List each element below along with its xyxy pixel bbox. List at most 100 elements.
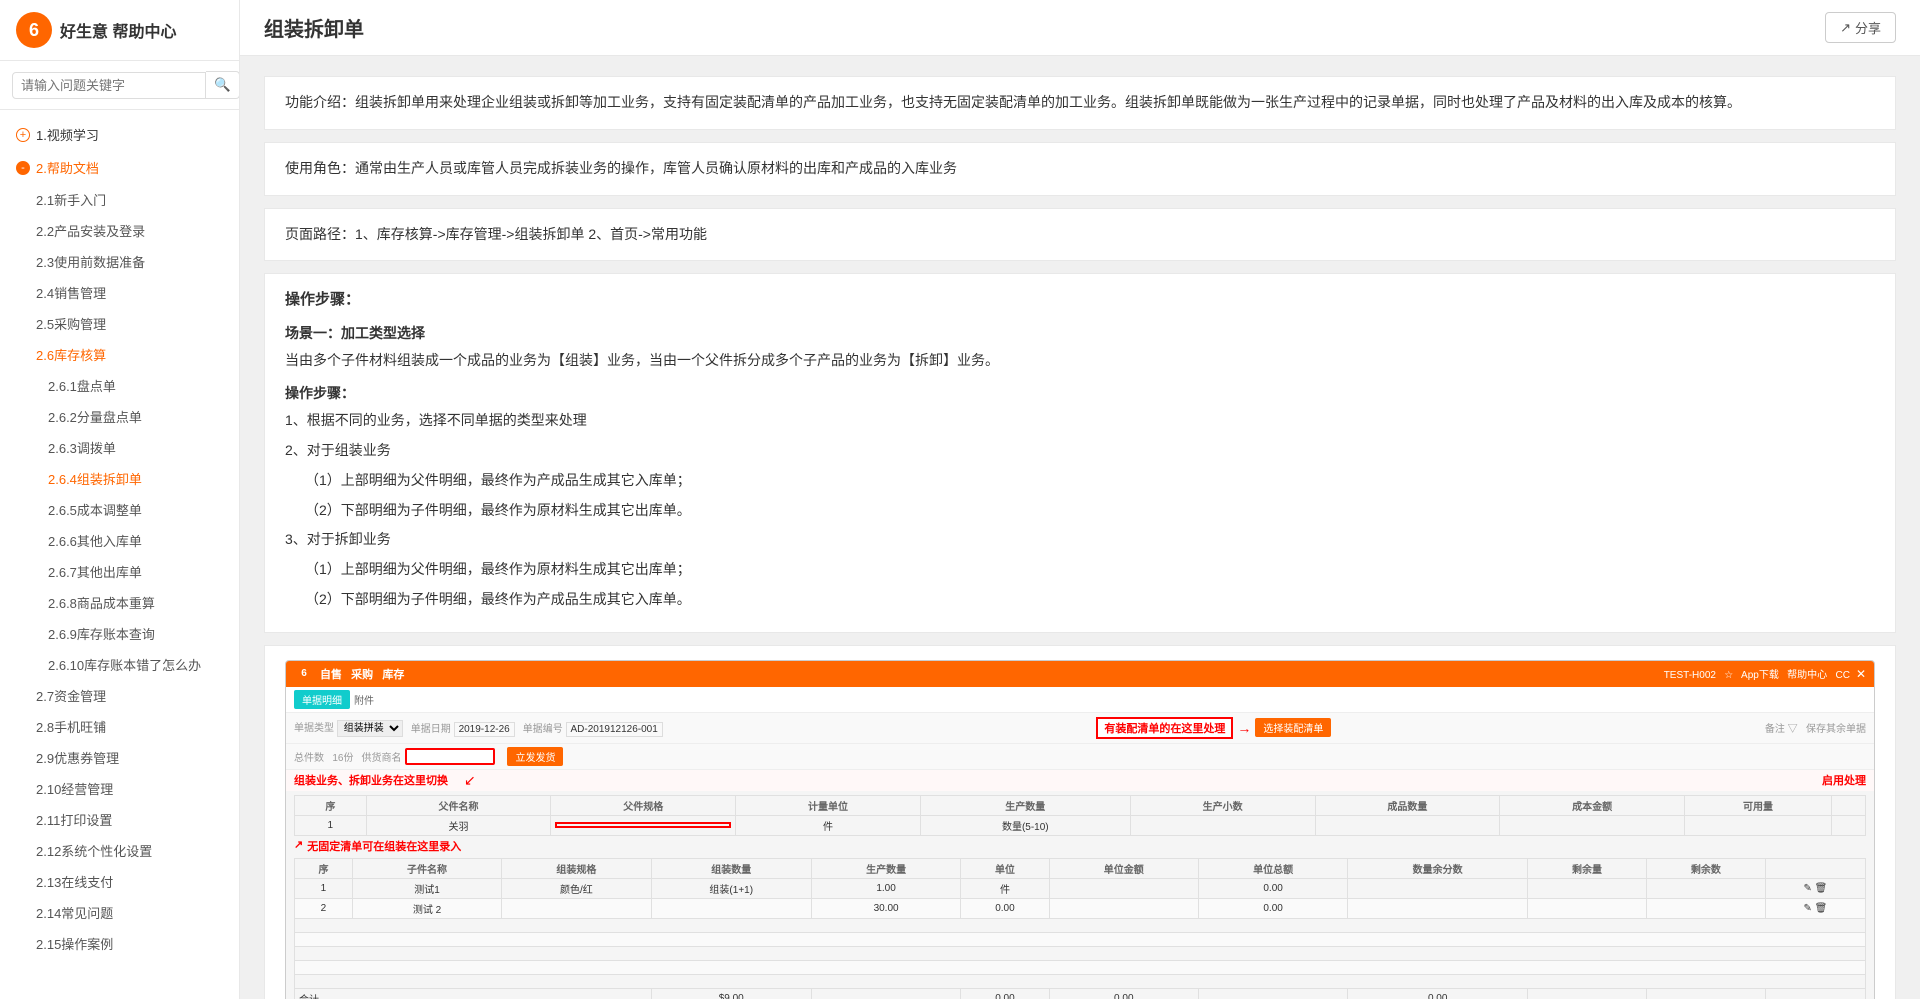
scene1-title: 场景一：加工类型选择 <box>285 323 1875 343</box>
sim-th-parent-spec: 父件规格 <box>551 795 736 815</box>
sidebar-item-cases[interactable]: 2.15操作案例 <box>0 928 239 959</box>
sidebar: 6 好生意 帮助中心 🔍 + 1.视频学习 - 2.帮助文档 2.1新手入门 <box>0 0 240 999</box>
top-bar: 组装拆卸单 ↗ 分享 <box>240 0 1920 56</box>
sim-upper-table-wrapper: 序 父件名称 父件规格 计量单位 生产数量 生产小数 成品数量 成本金额 可用量 <box>286 791 1874 836</box>
sidebar-item-cost-recalc[interactable]: 2.6.8商品成本重算 <box>0 587 239 618</box>
search-input[interactable] <box>12 72 206 99</box>
sidebar-item-coupon[interactable]: 2.9优惠券管理 <box>0 742 239 773</box>
share-button[interactable]: ↗ 分享 <box>1825 12 1896 43</box>
sidebar-item-videos[interactable]: + 1.视频学习 <box>0 118 239 151</box>
sim-type-select[interactable]: 组装拼装 拆卸 <box>337 720 403 737</box>
sim-supply-input[interactable] <box>405 748 495 765</box>
role-intro-text: 使用角色：通常由生产人员或库管人员完成拆装业务的操作，库管人员确认原材料的出库和… <box>285 157 1875 181</box>
sim-toolbar-row: 单据类型 组装拼装 拆卸 单据日期 2019-12-26 单据编号 AD-201… <box>286 713 1874 744</box>
sidebar-item-ledger[interactable]: 2.6.9库存账本查询 <box>0 618 239 649</box>
sim-no-value: AD-201912126-001 <box>566 722 663 737</box>
sim-field-date: 单据日期 2019-12-26 <box>411 720 515 735</box>
sidebar-item-dataprep[interactable]: 2.3使用前数据准备 <box>0 246 239 277</box>
sidebar-item-stocktake[interactable]: 2.6.1盘点单 <box>0 370 239 401</box>
sidebar-item-print[interactable]: 2.11打印设置 <box>0 804 239 835</box>
sidebar-item-payment[interactable]: 2.13在线支付 <box>0 866 239 897</box>
table-row: 1 关羽 件 数量(5-10) <box>295 815 1866 835</box>
sim-second-toolbar: 总件数 16份 供货商名 立发发货 <box>286 744 1874 770</box>
sim-date-value: 2019-12-26 <box>454 722 515 737</box>
sim-app-nav: 自售 采购 库存 <box>320 666 404 682</box>
sim-th-seq: 序 <box>295 795 367 815</box>
path-intro-text: 页面路径：1、库存核算->库存管理->组装拆卸单 2、首页->常用功能 <box>285 223 1875 247</box>
table-row <box>295 918 1866 932</box>
sidebar-item-install[interactable]: 2.2产品安装及登录 <box>0 215 239 246</box>
sidebar-item-mobile[interactable]: 2.8手机旺铺 <box>0 711 239 742</box>
sim-annotation1-area: 有装配清单的在这里处理 → 选择装配清单 <box>671 717 1757 739</box>
table-footer-row: 合计 $9.00 0.00 0.00 0.00 <box>295 988 1866 999</box>
nav-tree: + 1.视频学习 - 2.帮助文档 2.1新手入门 2.2产品安装及登录 2.3… <box>0 110 239 999</box>
sim-annotation1: 有装配清单的在这里处理 <box>1096 717 1233 739</box>
sim-supply-label: 供货商名 <box>361 749 401 764</box>
page-title: 组装拆卸单 <box>264 13 364 42</box>
sim-th-cost: 成本金额 <box>1500 795 1685 815</box>
sim-annotation-row: 组装业务、拆卸业务在这里切换 ↙ 启用处理 <box>286 770 1874 791</box>
table-row <box>295 960 1866 974</box>
sidebar-item-cost-adjust[interactable]: 2.6.5成本调整单 <box>0 494 239 525</box>
sim-arrow2: ↙ <box>464 772 476 789</box>
sim-summary: 总件数 16份 <box>294 749 353 764</box>
sidebar-item-finance[interactable]: 2.7资金管理 <box>0 680 239 711</box>
sim-arrow4: ↗ <box>294 838 303 851</box>
table-row: 2 测试 2 30.00 0.00 0.00 <box>295 898 1866 918</box>
step3: 3、对于拆卸业务 <box>285 528 1875 552</box>
simulated-screenshot: 6 自售 采购 库存 TEST-H002 ☆ App下载 帮助中心 CC ✕ 单… <box>285 660 1875 999</box>
sidebar-item-assembly[interactable]: 2.6.4组装拆卸单 <box>0 463 239 494</box>
sim-btn-select-list[interactable]: 选择装配清单 <box>1255 718 1331 737</box>
sidebar-header: 6 好生意 帮助中心 <box>0 0 239 61</box>
path-intro-block: 页面路径：1、库存核算->库存管理->组装拆卸单 2、首页->常用功能 <box>264 208 1896 262</box>
sim-annotation4: 无固定清单可在组装在这里录入 <box>307 838 461 854</box>
sim-annotation2: 组装业务、拆卸业务在这里切换 <box>294 772 448 788</box>
table-row <box>295 946 1866 960</box>
step1: 1、根据不同的业务，选择不同单据的类型来处理 <box>285 409 1875 433</box>
sidebar-item-mgmt[interactable]: 2.10经营管理 <box>0 773 239 804</box>
sim-th-parent-name: 父件名称 <box>366 795 551 815</box>
nav-group-docs: - 2.帮助文档 2.1新手入门 2.2产品安装及登录 2.3使用前数据准备 2… <box>0 151 239 959</box>
screenshot-container: 6 自售 采购 库存 TEST-H002 ☆ App下载 帮助中心 CC ✕ 单… <box>264 645 1896 999</box>
sidebar-item-purchase[interactable]: 2.5采购管理 <box>0 308 239 339</box>
sim-logo: 6 <box>294 664 314 684</box>
sidebar-item-ledger-fix[interactable]: 2.6.10库存账本错了怎么办 <box>0 649 239 680</box>
nav-group-videos: + 1.视频学习 <box>0 118 239 151</box>
sim-app-bar: 6 自售 采购 库存 TEST-H002 ☆ App下载 帮助中心 CC ✕ <box>286 661 1874 687</box>
sidebar-item-sales[interactable]: 2.4销售管理 <box>0 277 239 308</box>
step2: 2、对于组装业务 <box>285 439 1875 463</box>
nav-sub-inventory: 2.6.1盘点单 2.6.2分量盘点单 2.6.3调拨单 2.6.4组装拆卸单 … <box>0 370 239 680</box>
sidebar-item-transfer[interactable]: 2.6.3调拨单 <box>0 432 239 463</box>
sim-th-prod-qty: 生产数量 <box>920 795 1130 815</box>
sim-red-box-cell <box>555 822 731 828</box>
search-bar: 🔍 <box>0 61 239 110</box>
sim-field-no: 单据编号 AD-201912126-001 <box>523 720 663 735</box>
sidebar-item-other-in[interactable]: 2.6.6其他入库单 <box>0 525 239 556</box>
search-button[interactable]: 🔍 <box>206 71 240 99</box>
sim-annotation4-area: ↗ 无固定清单可在组装在这里录入 <box>286 836 1874 854</box>
sim-th-finish-qty: 成品数量 <box>1315 795 1500 815</box>
sidebar-item-qty-stocktake[interactable]: 2.6.2分量盘点单 <box>0 401 239 432</box>
sidebar-item-docs[interactable]: - 2.帮助文档 <box>0 151 239 184</box>
sidebar-item-other-out[interactable]: 2.6.7其他出库单 <box>0 556 239 587</box>
sim-annotation3: 启用处理 <box>1822 772 1866 788</box>
sim-lower-table: 序 子件名称 组装规格 组装数量 生产数量 单位 单位金额 单位总额 数量余分数… <box>294 858 1866 999</box>
app-logo: 6 <box>16 12 52 48</box>
expand-icon: + <box>16 128 30 142</box>
sim-tab-detail[interactable]: 单据明细 <box>294 690 350 709</box>
operations-title: 操作步骤： <box>285 288 1875 309</box>
table-row <box>295 932 1866 946</box>
sim-more-btns: 备注 ▽ 保存其余单据 <box>1765 720 1866 735</box>
func-intro-block: 功能介绍：组装拆卸单用来处理企业组装或拆卸等加工业务，支持有固定装配清单的产品加… <box>264 76 1896 130</box>
sidebar-item-faq[interactable]: 2.14常见问题 <box>0 897 239 928</box>
sim-btn-confirm[interactable]: 立发发货 <box>507 747 563 766</box>
sim-th-actions <box>1832 795 1866 815</box>
sidebar-item-settings[interactable]: 2.12系统个性化设置 <box>0 835 239 866</box>
sim-tab-attach[interactable]: 附件 <box>354 692 374 707</box>
sim-arrow1: → <box>1237 720 1251 736</box>
sim-upper-table: 序 父件名称 父件规格 计量单位 生产数量 生产小数 成品数量 成本金额 可用量 <box>294 795 1866 836</box>
sidebar-item-inventory[interactable]: 2.6库存核算 <box>0 339 239 370</box>
content-area: 功能介绍：组装拆卸单用来处理企业组装或拆卸等加工业务，支持有固定装配清单的产品加… <box>240 56 1920 999</box>
sim-close-icon[interactable]: ✕ <box>1856 667 1866 681</box>
sidebar-item-newbie[interactable]: 2.1新手入门 <box>0 184 239 215</box>
